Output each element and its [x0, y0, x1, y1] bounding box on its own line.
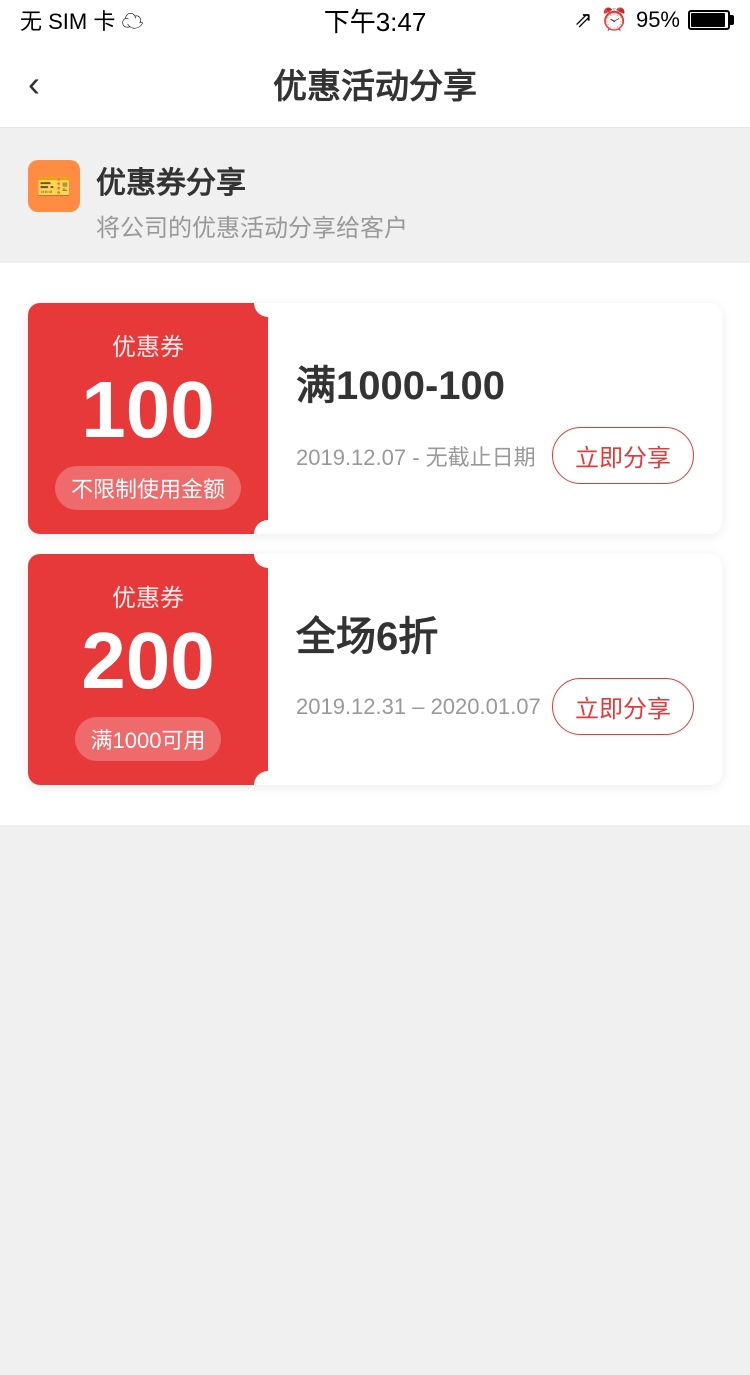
coupon-right-1: 满1000-100 2019.12.07 - 无截止日期 立即分享 — [268, 303, 722, 534]
alarm-icon: ⏰ — [601, 7, 628, 33]
share-button-2[interactable]: 立即分享 — [552, 678, 694, 735]
coupon-left-2: 优惠券 200 满1000可用 — [28, 554, 268, 785]
coupon-condition-1: 不限制使用金额 — [55, 466, 241, 510]
coupon-left-1: 优惠券 100 不限制使用金额 — [28, 303, 268, 534]
coupon-condition-2: 满1000可用 — [75, 717, 222, 761]
coupon-right-2: 全场6折 2019.12.31 – 2020.01.07 立即分享 — [268, 554, 722, 785]
no-sim-label: 无 SIM 卡 ☁ — [20, 4, 143, 36]
share-button-1[interactable]: 立即分享 — [552, 427, 694, 484]
coupon-amount-2: 200 — [81, 621, 214, 701]
coupon-card-2: 优惠券 200 满1000可用 全场6折 2019.12.31 – 2020.0… — [28, 554, 722, 785]
status-time: 下午3:47 — [324, 2, 427, 39]
section-icon: 🎫 — [28, 160, 80, 212]
nav-bar: ‹ 优惠活动分享 — [0, 40, 750, 128]
coupon-bottom-row-1: 2019.12.07 - 无截止日期 立即分享 — [296, 427, 694, 484]
section-header: 🎫 优惠券分享 将公司的优惠活动分享给客户 — [0, 128, 750, 263]
coupon-type-label-1: 优惠券 — [112, 327, 184, 362]
section-subtitle: 将公司的优惠活动分享给客户 — [96, 208, 408, 243]
status-right: ⇗ ⏰ 95% — [574, 7, 730, 33]
back-button[interactable]: ‹ — [28, 63, 40, 105]
battery-icon — [688, 10, 730, 30]
nav-title: 优惠活动分享 — [273, 59, 477, 108]
coupon-type-label-2: 优惠券 — [112, 578, 184, 613]
coupon-bottom-row-2: 2019.12.31 – 2020.01.07 立即分享 — [296, 678, 694, 735]
coupons-container: 优惠券 100 不限制使用金额 满1000-100 2019.12.07 - 无… — [0, 263, 750, 825]
coupon-name-2: 全场6折 — [296, 604, 694, 662]
bottom-area — [0, 825, 750, 1375]
status-left: 无 SIM 卡 ☁ — [20, 4, 143, 36]
battery-percent: 95% — [636, 7, 680, 33]
coupon-date-1: 2019.12.07 - 无截止日期 — [296, 440, 542, 472]
coupon-name-1: 满1000-100 — [296, 353, 694, 411]
coupon-card-1: 优惠券 100 不限制使用金额 满1000-100 2019.12.07 - 无… — [28, 303, 722, 534]
section-text-group: 优惠券分享 将公司的优惠活动分享给客户 — [96, 158, 408, 243]
coupon-date-2: 2019.12.31 – 2020.01.07 — [296, 694, 542, 720]
coupon-amount-1: 100 — [81, 370, 214, 450]
section-title: 优惠券分享 — [96, 158, 408, 202]
location-icon: ⇗ — [574, 7, 592, 33]
status-bar: 无 SIM 卡 ☁ 下午3:47 ⇗ ⏰ 95% — [0, 0, 750, 40]
